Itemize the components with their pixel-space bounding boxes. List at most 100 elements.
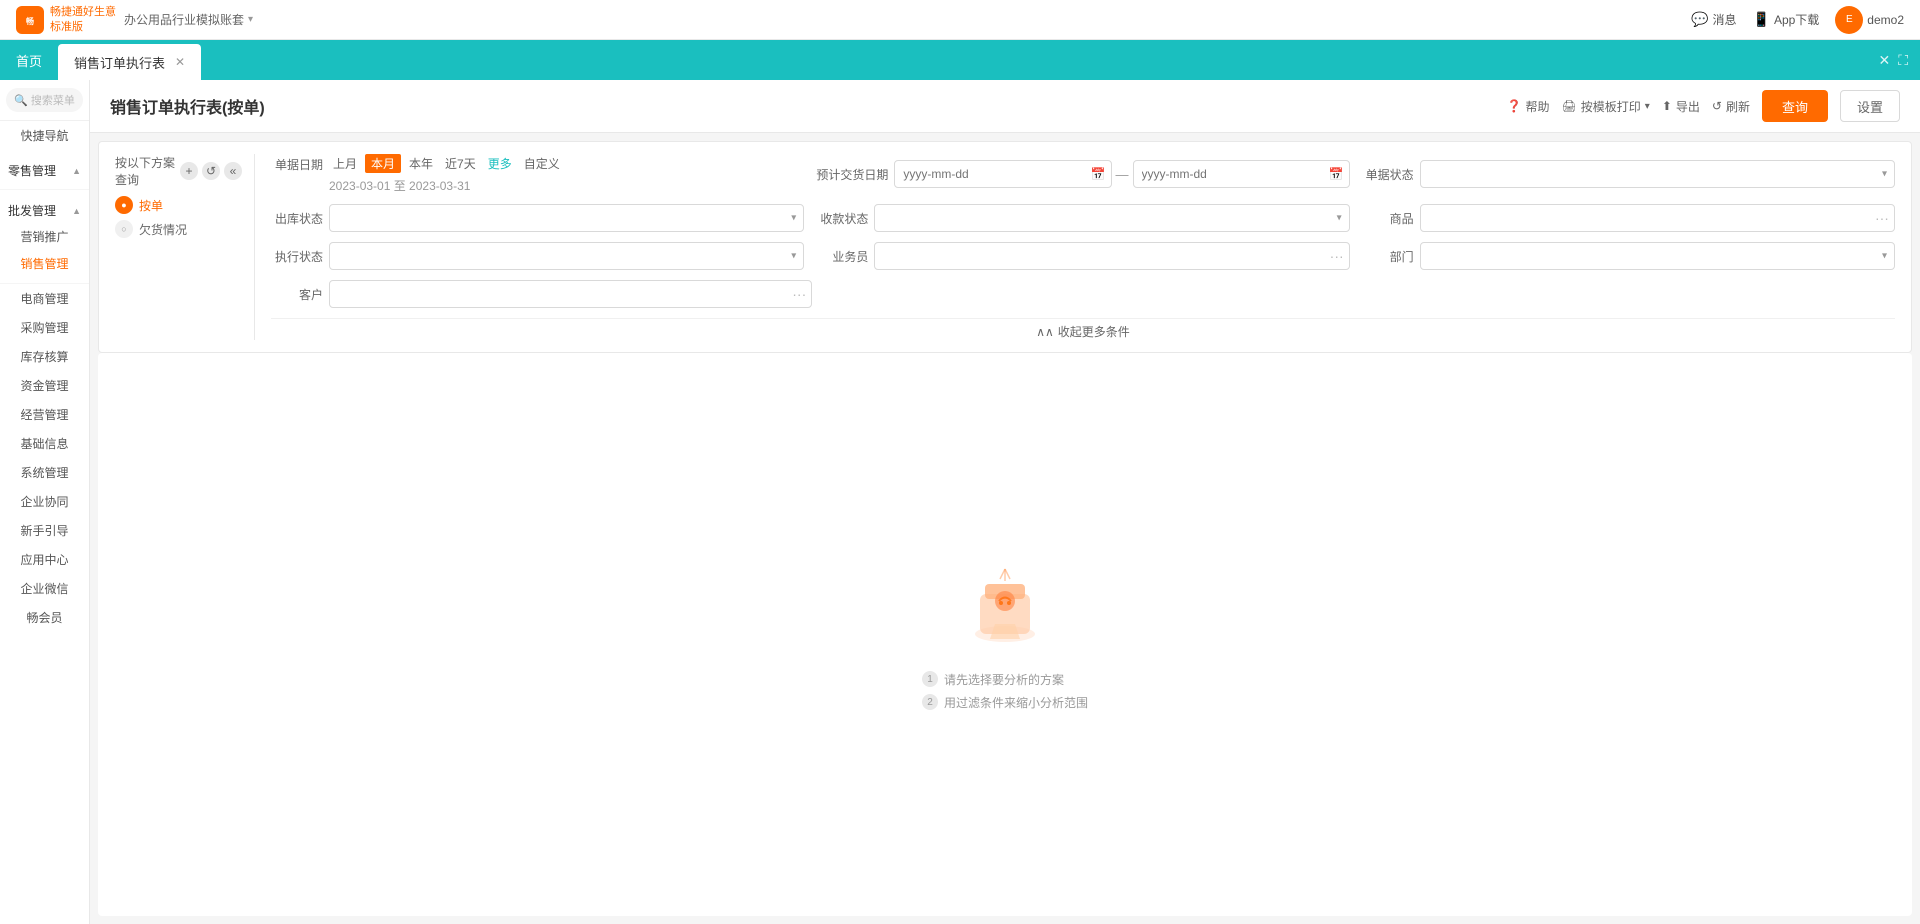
sidebar-item-quick-nav[interactable]: 快捷导航 [0, 121, 89, 150]
date-tab-more[interactable]: 更多 [484, 154, 516, 173]
goods-dots-icon[interactable]: ··· [1875, 210, 1889, 226]
top-bar-right: 💬 消息 📱 App下载 E demo2 [1691, 6, 1904, 34]
inventory-label: 库存核算 [20, 348, 68, 365]
settings-button[interactable]: 设置 [1840, 90, 1900, 122]
date-tab-custom[interactable]: 自定义 [520, 154, 564, 173]
tip-text-2: 用过滤条件来缩小分析范围 [944, 694, 1088, 711]
system-label: 系统管理 [20, 464, 68, 481]
empty-illustration [955, 559, 1055, 659]
logo-area[interactable]: 畅 畅捷通好生意 标准版 [16, 5, 116, 34]
dept-control: ▾ [1420, 242, 1895, 270]
scheme-debt-icon: ○ [115, 220, 133, 238]
ship-status-select[interactable] [329, 204, 804, 232]
dept-select[interactable] [1420, 242, 1895, 270]
filter-item-doc-status: 单据状态 ▾ [1362, 160, 1895, 188]
date-tab-this-year[interactable]: 本年 [405, 154, 437, 173]
sidebar-item-inventory[interactable]: 库存核算 [0, 342, 89, 371]
salesman-dots-icon[interactable]: ··· [1330, 248, 1344, 264]
export-btn[interactable]: ⬆ 导出 [1662, 98, 1700, 115]
date-tab-this-month[interactable]: 本月 [365, 154, 401, 173]
ship-status-control: ▾ [329, 204, 804, 232]
collect-status-label: 收款状态 [816, 210, 868, 227]
sidebar-item-basic[interactable]: 基础信息 [0, 429, 89, 458]
scheme-item-by-order[interactable]: ● 按单 [115, 196, 242, 214]
help-btn[interactable]: ❓ 帮助 [1507, 98, 1550, 115]
wecom-label: 企业微信 [20, 580, 68, 597]
doc-status-select[interactable] [1420, 160, 1895, 188]
user-profile[interactable]: E demo2 [1835, 6, 1904, 34]
refresh-btn[interactable]: ↺ 刷新 [1712, 98, 1750, 115]
sidebar-item-marketing[interactable]: 营销推广 [0, 223, 89, 250]
empty-tip-1: 1 请先选择要分析的方案 [922, 671, 1088, 688]
avatar: E [1835, 6, 1863, 34]
breadcrumb[interactable]: 办公用品行业模拟账套 ▾ [124, 11, 253, 28]
marketing-label: 营销推广 [20, 230, 68, 244]
breadcrumb-arrow-icon: ▾ [248, 14, 253, 25]
scheme-order-icon: ● [115, 196, 133, 214]
sidebar-item-ops[interactable]: 经营管理 [0, 400, 89, 429]
tab-close-icon[interactable]: ✕ [175, 55, 185, 69]
tip-num-1: 1 [922, 671, 938, 687]
print-btn[interactable]: 🖨 按模板打印 ▾ [1562, 98, 1650, 115]
message-label: 消息 [1712, 11, 1736, 28]
goods-input[interactable] [1420, 204, 1895, 232]
customer-dots-icon[interactable]: ··· [792, 286, 806, 302]
query-button[interactable]: 查询 [1762, 90, 1828, 122]
user-name: demo2 [1867, 13, 1904, 27]
sidebar-item-newbie[interactable]: 新手引导 [0, 516, 89, 545]
delivery-range: 📅 — 📅 [894, 160, 1349, 188]
filter-item-ship: 出库状态 ▾ [271, 204, 804, 232]
date-tab-7days[interactable]: 近7天 [441, 154, 480, 173]
message-btn[interactable]: 💬 消息 [1691, 11, 1736, 28]
date-tabs-row: 上月 本月 本年 近7天 更多 自定义 [329, 154, 804, 173]
salesman-input[interactable] [874, 242, 1349, 270]
customer-input[interactable] [329, 280, 812, 308]
delivery-label: 预计交货日期 [816, 166, 888, 183]
exec-status-select[interactable] [329, 242, 804, 270]
sidebar-item-ecom[interactable]: 电商管理 [0, 284, 89, 313]
sidebar-item-vip[interactable]: 畅会员 [0, 603, 89, 632]
delivery-start-input[interactable] [894, 160, 1111, 188]
search-menu-input[interactable]: 🔍 搜索菜单 [6, 88, 83, 112]
tab-sales-exec[interactable]: 销售订单执行表 ✕ [58, 44, 201, 80]
sidebar-item-finance[interactable]: 资金管理 [0, 371, 89, 400]
doc-status-control: ▾ [1420, 160, 1895, 188]
scheme-collapse-btn[interactable]: « [224, 162, 242, 180]
scheme-add-btn[interactable]: + [180, 162, 198, 180]
delivery-end-input[interactable] [1133, 160, 1350, 188]
collect-status-select[interactable] [874, 204, 1349, 232]
sidebar-item-system[interactable]: 系统管理 [0, 458, 89, 487]
scheme-refresh-btn[interactable]: ↺ [202, 162, 220, 180]
tab-home[interactable]: 首页 [0, 40, 58, 80]
filter-item-collect: 收款状态 ▾ [816, 204, 1349, 232]
sidebar-item-purchase[interactable]: 采购管理 [0, 313, 89, 342]
collapse-btn[interactable]: ∧∧ 收起更多条件 [271, 318, 1895, 340]
finance-label: 资金管理 [20, 377, 68, 394]
collapse-label: 收起更多条件 [1058, 323, 1130, 340]
delivery-end-calendar-icon: 📅 [1329, 167, 1344, 181]
top-bar-left: 畅 畅捷通好生意 标准版 办公用品行业模拟账套 ▾ [16, 5, 253, 34]
sidebar-item-enterprise[interactable]: 企业协同 [0, 487, 89, 516]
sidebar-section-retail[interactable]: 零售管理 ▲ [0, 156, 89, 183]
scheme-item-by-debt[interactable]: ○ 欠货情况 [115, 220, 242, 238]
delivery-start-wrap: 📅 [894, 160, 1111, 188]
empty-tips: 1 请先选择要分析的方案 2 用过滤条件来缩小分析范围 [922, 671, 1088, 711]
tab-close-all-icon[interactable]: ✕ [1878, 52, 1890, 69]
tab-maximize-icon[interactable]: ⛶ [1898, 52, 1908, 69]
empty-content: 1 请先选择要分析的方案 2 用过滤条件来缩小分析范围 [922, 559, 1088, 711]
sidebar-item-sales[interactable]: 销售管理 [0, 250, 89, 277]
scheme-debt-label: 欠货情况 [139, 221, 187, 238]
newbie-label: 新手引导 [20, 522, 68, 539]
retail-label: 零售管理 [8, 162, 56, 179]
sidebar-item-appstore[interactable]: 应用中心 [0, 545, 89, 574]
filter-item-customer: 客户 ··· [271, 280, 812, 308]
vip-label: 畅会员 [26, 609, 62, 626]
app-download-btn[interactable]: 📱 App下载 [1753, 11, 1820, 28]
filter-row-2: 出库状态 ▾ 收款状态 [271, 204, 1895, 232]
date-tab-last-month[interactable]: 上月 [329, 154, 361, 173]
tab-bar-right: ✕ ⛶ [1878, 52, 1920, 69]
sidebar-item-wecom[interactable]: 企业微信 [0, 574, 89, 603]
sidebar-search-area[interactable]: 🔍 搜索菜单 [0, 80, 89, 121]
delivery-end-wrap: 📅 [1133, 160, 1350, 188]
sidebar-section-wholesale[interactable]: 批发管理 ▲ [0, 196, 89, 223]
